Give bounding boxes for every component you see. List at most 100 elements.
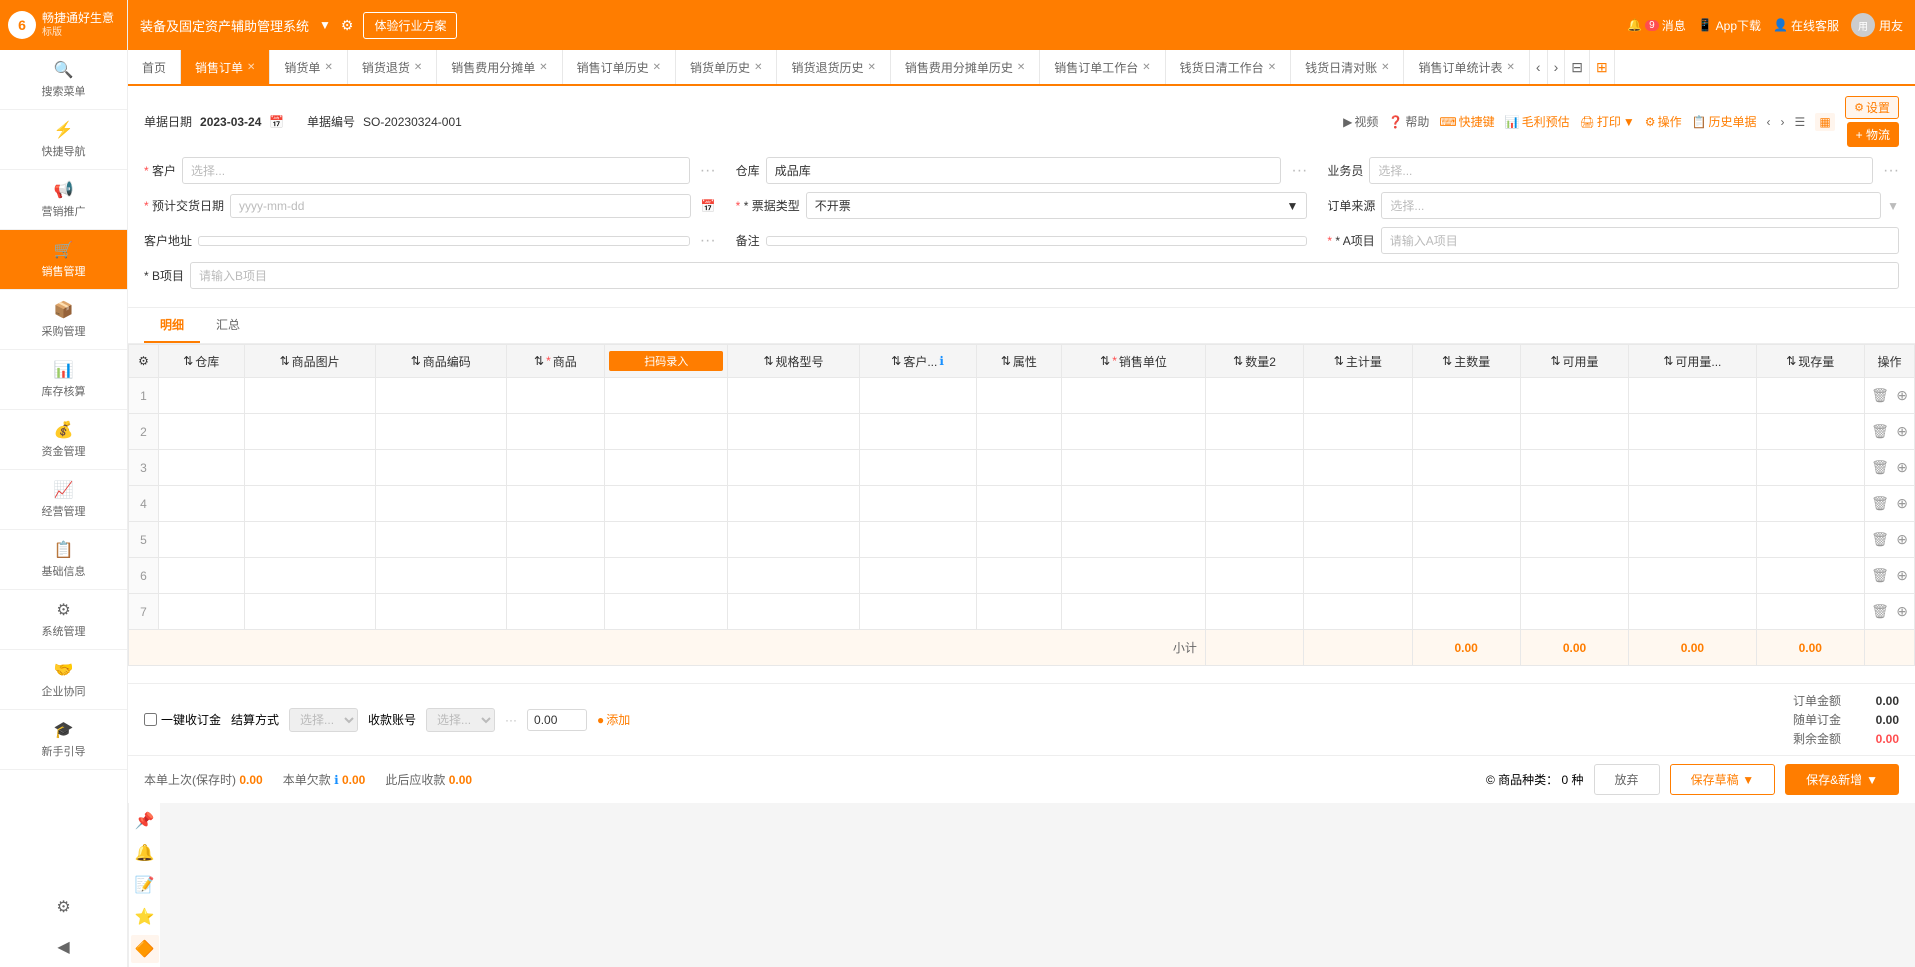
row-6-available2[interactable] bbox=[1629, 558, 1756, 594]
row-3-attribute[interactable] bbox=[976, 450, 1062, 486]
row-4-scan[interactable] bbox=[605, 486, 728, 522]
customer-more-btn[interactable]: ··· bbox=[700, 162, 716, 180]
row-7-spec[interactable] bbox=[728, 594, 859, 630]
close-sales-order-tab[interactable]: ✕ bbox=[247, 62, 255, 73]
row-1-warehouse[interactable] bbox=[159, 378, 245, 414]
close-sales-goods-tab[interactable]: ✕ bbox=[324, 62, 332, 73]
user-menu[interactable]: 用 用友 bbox=[1851, 13, 1903, 37]
row-5-qty2[interactable] bbox=[1205, 522, 1303, 558]
a-project-input[interactable]: 请输入A项目 bbox=[1381, 227, 1899, 254]
sidebar-item-sales[interactable]: 🛒 销售管理 bbox=[0, 230, 127, 290]
row-3-scan[interactable] bbox=[605, 450, 728, 486]
row-4-spec[interactable] bbox=[728, 486, 859, 522]
row-6-scan[interactable] bbox=[605, 558, 728, 594]
receipt-account-select[interactable]: 选择... bbox=[426, 708, 495, 732]
order-source-input[interactable]: 选择... bbox=[1381, 192, 1881, 219]
tab-order-history[interactable]: 销售订单历史 ✕ bbox=[563, 50, 676, 85]
dropdown-arrow-icon[interactable]: ▼ bbox=[319, 18, 331, 32]
sidebar-item-system[interactable]: ⚙ 系统管理 bbox=[0, 590, 127, 650]
row-2-available[interactable] bbox=[1520, 414, 1628, 450]
row-6-stock[interactable] bbox=[1756, 558, 1864, 594]
row-3-customer-code[interactable] bbox=[859, 450, 976, 486]
row-4-sku-code[interactable] bbox=[375, 486, 506, 522]
th-gear[interactable]: ⚙ bbox=[129, 345, 159, 378]
row-5-warehouse[interactable] bbox=[159, 522, 245, 558]
notes-input[interactable] bbox=[766, 236, 1308, 246]
row-4-qty2[interactable] bbox=[1205, 486, 1303, 522]
sidebar-item-enterprise[interactable]: 🤝 企业协同 bbox=[0, 650, 127, 710]
row-7-stock[interactable] bbox=[1756, 594, 1864, 630]
close-expense-history-tab[interactable]: ✕ bbox=[1017, 62, 1025, 73]
row-3-stock[interactable] bbox=[1756, 450, 1864, 486]
row-7-scan[interactable] bbox=[605, 594, 728, 630]
rp-pin-btn[interactable]: 📌 bbox=[131, 807, 159, 835]
preview-action[interactable]: ▶ 视频 bbox=[1343, 113, 1378, 130]
row-6-sku-code[interactable] bbox=[375, 558, 506, 594]
row-6-available[interactable] bbox=[1520, 558, 1628, 594]
row-6-image[interactable] bbox=[244, 558, 375, 594]
row-2-sales-unit[interactable] bbox=[1062, 414, 1206, 450]
customer-address-input[interactable] bbox=[198, 236, 690, 246]
row-4-available2[interactable] bbox=[1629, 486, 1756, 522]
tab-next-btn[interactable]: › bbox=[1548, 50, 1566, 85]
sidebar-item-basic-info[interactable]: 📋 基础信息 bbox=[0, 530, 127, 590]
rp-star-btn[interactable]: ⭐ bbox=[131, 903, 159, 931]
settings-button[interactable]: ⚙ 设置 bbox=[1845, 96, 1899, 119]
row-3-main-unit[interactable] bbox=[1304, 450, 1412, 486]
row-1-scan[interactable] bbox=[605, 378, 728, 414]
dots-btn[interactable]: ··· bbox=[505, 713, 517, 727]
row-5-spec[interactable] bbox=[728, 522, 859, 558]
close-goods-history-tab[interactable]: ✕ bbox=[754, 62, 762, 73]
row-2-image[interactable] bbox=[244, 414, 375, 450]
b-project-input[interactable]: 请输入B项目 bbox=[190, 262, 1899, 289]
delivery-date-input[interactable]: yyyy-mm-dd bbox=[230, 194, 691, 218]
row-4-available[interactable] bbox=[1520, 486, 1628, 522]
warehouse-input[interactable]: 成品库 bbox=[766, 157, 1282, 184]
row-7-attribute[interactable] bbox=[976, 594, 1062, 630]
close-sales-stats-tab[interactable]: ✕ bbox=[1507, 62, 1515, 73]
help-action[interactable]: ❓ 帮助 bbox=[1388, 113, 1429, 130]
row-2-delete-btn[interactable]: 🗑 bbox=[1869, 421, 1891, 442]
close-order-history-tab[interactable]: ✕ bbox=[653, 62, 661, 73]
row-2-warehouse[interactable] bbox=[159, 414, 245, 450]
row-2-qty2[interactable] bbox=[1205, 414, 1303, 450]
row-1-copy-btn[interactable]: ⊕ bbox=[1894, 385, 1910, 406]
rp-notes-btn[interactable]: 📝 bbox=[131, 871, 159, 899]
invoice-type-select[interactable]: 不开票 ▼ bbox=[806, 192, 1308, 219]
card-view-btn[interactable]: ▦ bbox=[1815, 113, 1834, 131]
row-3-available[interactable] bbox=[1520, 450, 1628, 486]
row-7-delete-btn[interactable]: 🗑 bbox=[1869, 601, 1891, 622]
row-6-sales-unit[interactable] bbox=[1062, 558, 1206, 594]
row-6-attribute[interactable] bbox=[976, 558, 1062, 594]
row-2-customer-code[interactable] bbox=[859, 414, 976, 450]
row-7-sku-code[interactable] bbox=[375, 594, 506, 630]
row-1-qty2[interactable] bbox=[1205, 378, 1303, 414]
row-4-delete-btn[interactable]: 🗑 bbox=[1869, 493, 1891, 514]
history-action[interactable]: 📋 历史单据 bbox=[1692, 113, 1757, 130]
row-1-customer-code[interactable] bbox=[859, 378, 976, 414]
row-3-product[interactable] bbox=[506, 450, 604, 486]
one-click-checkbox-label[interactable]: 一键收订金 bbox=[144, 711, 221, 728]
discard-button[interactable]: 放弃 bbox=[1594, 764, 1660, 795]
row-6-copy-btn[interactable]: ⊕ bbox=[1894, 565, 1910, 586]
notifications-btn[interactable]: 🔔 9 消息 bbox=[1627, 17, 1686, 34]
prev-record-btn[interactable]: ‹ bbox=[1767, 115, 1771, 129]
row-5-image[interactable] bbox=[244, 522, 375, 558]
sidebar-item-guide[interactable]: 🎓 新手引导 bbox=[0, 710, 127, 770]
close-cash-workbench-tab[interactable]: ✕ bbox=[1268, 62, 1276, 73]
row-7-copy-btn[interactable]: ⊕ bbox=[1894, 601, 1910, 622]
tab-goods-history[interactable]: 销货单历史 ✕ bbox=[676, 50, 777, 85]
row-1-spec[interactable] bbox=[728, 378, 859, 414]
row-1-main-unit[interactable] bbox=[1304, 378, 1412, 414]
row-3-image[interactable] bbox=[244, 450, 375, 486]
row-7-product[interactable] bbox=[506, 594, 604, 630]
operation-action[interactable]: ⚙ 操作 bbox=[1645, 113, 1682, 130]
close-sales-expense-tab[interactable]: ✕ bbox=[539, 62, 547, 73]
row-1-delete-btn[interactable]: 🗑 bbox=[1869, 385, 1891, 406]
app-download-btn[interactable]: 📱 App下载 bbox=[1698, 17, 1761, 34]
row-7-main-unit[interactable] bbox=[1304, 594, 1412, 630]
row-5-delete-btn[interactable]: 🗑 bbox=[1869, 529, 1891, 550]
tab-sales-order[interactable]: 销售订单 ✕ bbox=[181, 50, 270, 85]
row-5-stock[interactable] bbox=[1756, 522, 1864, 558]
row-6-warehouse[interactable] bbox=[159, 558, 245, 594]
